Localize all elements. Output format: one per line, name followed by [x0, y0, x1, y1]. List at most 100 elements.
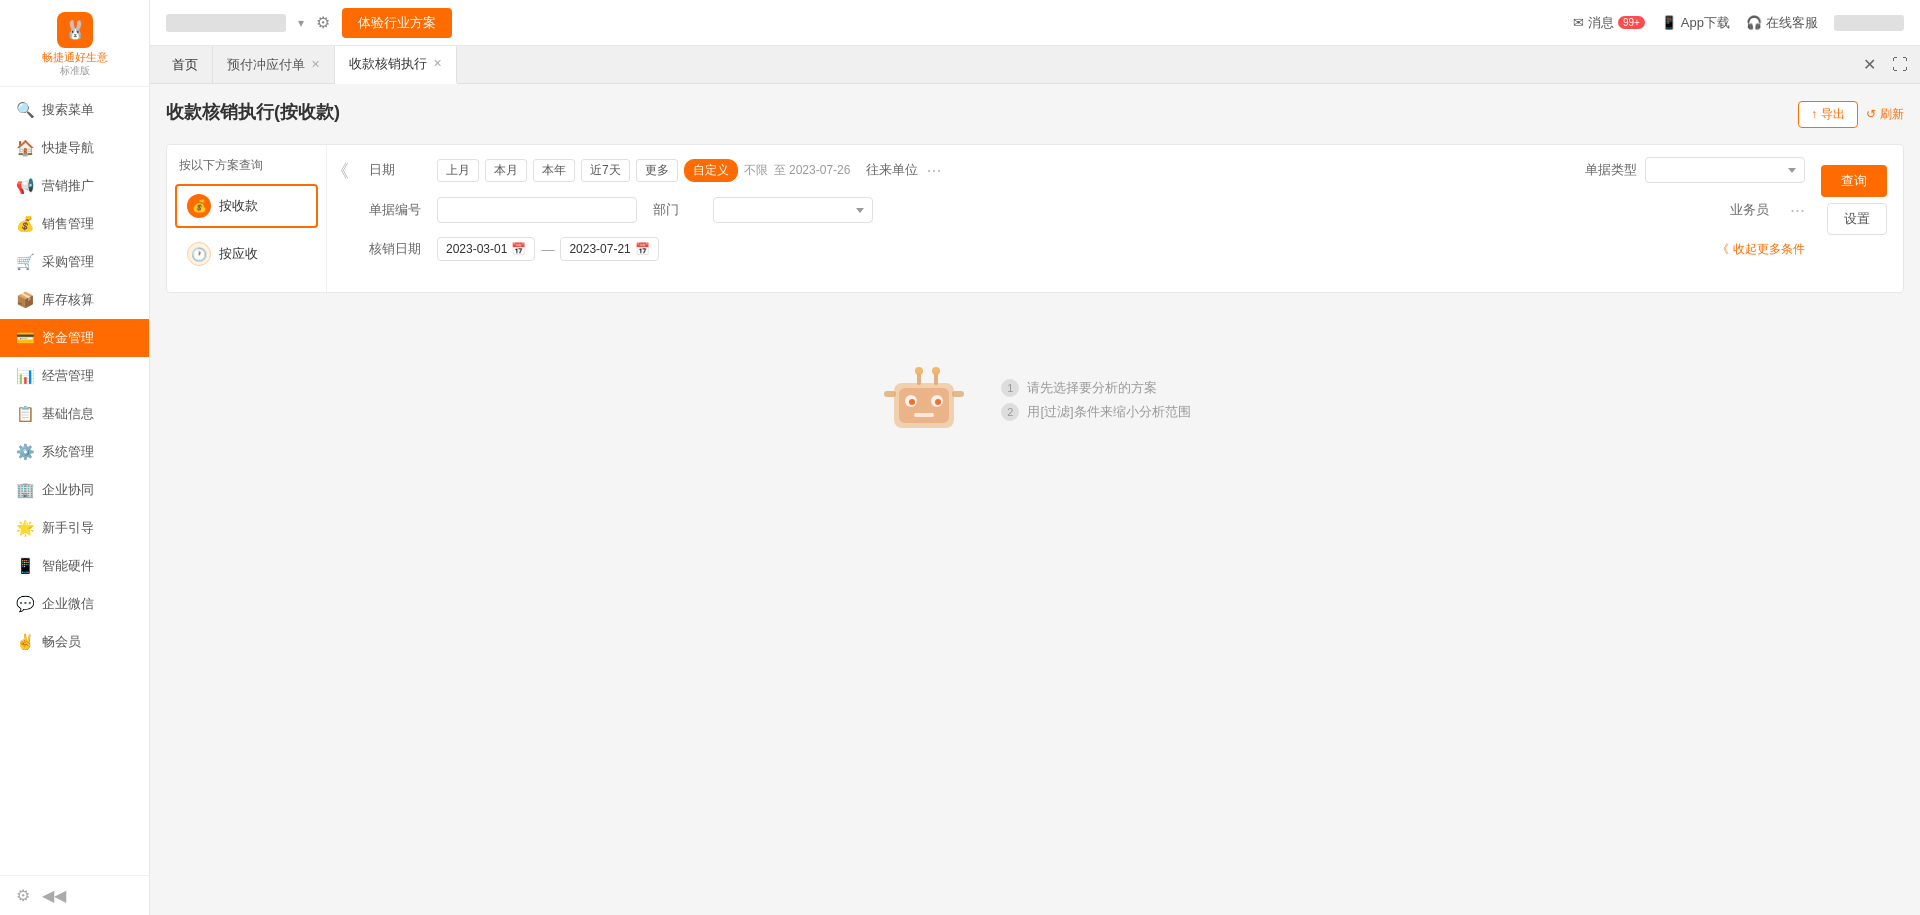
sidebar-item-guide[interactable]: 🌟 新手引导	[0, 509, 149, 547]
search-icon: 🔍	[16, 101, 34, 119]
solution-button[interactable]: 体验行业方案	[342, 8, 452, 38]
sidebar-item-finance[interactable]: 💳 资金管理	[0, 319, 149, 357]
phone-icon: 📱	[1661, 15, 1677, 30]
date-range-separator: —	[541, 242, 554, 257]
filter-collapse-button[interactable]: 《	[327, 145, 353, 292]
svg-point-10	[932, 367, 940, 375]
topbar-right: ✉ 消息 99+ 📱 App下载 🎧 在线客服	[1573, 14, 1904, 32]
verify-date-end-wrap[interactable]: 2023-07-21 📅	[560, 237, 658, 261]
dept-select[interactable]	[713, 197, 873, 223]
date-label: 日期	[369, 161, 421, 179]
app-badge: 标准版	[60, 64, 90, 78]
more-conditions-button[interactable]: 《 收起更多条件	[1717, 241, 1805, 258]
sidebar-item-inventory[interactable]: 📦 库存核算	[0, 281, 149, 319]
app-download-button[interactable]: 📱 App下载	[1661, 14, 1730, 32]
date-btn-7days[interactable]: 近7天	[581, 159, 630, 182]
messages-button[interactable]: ✉ 消息 99+	[1573, 14, 1645, 32]
sidebar-item-member[interactable]: ✌️ 畅会员	[0, 623, 149, 661]
empty-tip-2: 2 用[过滤]条件来缩小分析范围	[1001, 403, 1190, 421]
verify-date-start-wrap[interactable]: 2023-03-01 📅	[437, 237, 535, 261]
tab-prepay-close[interactable]: ✕	[311, 58, 320, 71]
export-button[interactable]: ↑ 导出	[1798, 101, 1858, 128]
refresh-button[interactable]: ↺ 刷新	[1866, 101, 1904, 128]
sidebar-item-operations[interactable]: 📊 经营管理	[0, 357, 149, 395]
page-content: 收款核销执行(按收款) ↑ 导出 ↺ 刷新 按以下方案查询 💰	[150, 84, 1920, 915]
receipt-icon: 💰	[187, 194, 211, 218]
filter-docno-row: 单据编号 部门 业务员	[369, 197, 1805, 223]
date-no-limit: 不限	[744, 162, 768, 179]
filter-option-by-receipt[interactable]: 💰 按收款	[175, 184, 318, 228]
date-options: 上月 本月 本年 近7天 更多 自定义 不限 至 2023-07-26	[437, 159, 850, 182]
salesperson-field: 业务员 ···	[1730, 200, 1805, 221]
tab-expand-button[interactable]: ⛶	[1888, 55, 1912, 74]
verify-date-start: 2023-03-01	[446, 242, 507, 256]
empty-tips: 1 请先选择要分析的方案 2 用[过滤]条件来缩小分析范围	[1001, 379, 1190, 421]
filter-fields-area: 日期 上月 本月 本年 近7天 更多 自定义 不限 至 2023-07-26	[369, 157, 1805, 275]
tab-close-all-button[interactable]: ✕	[1859, 55, 1880, 74]
verify-date-range: 2023-03-01 📅 — 2023-07-21 📅	[437, 237, 659, 261]
dept-field: 部门	[653, 197, 873, 223]
svg-rect-12	[952, 391, 964, 397]
tabbar: 首页 预付冲应付单 ✕ 收款核销执行 ✕ ✕ ⛶	[150, 46, 1920, 84]
operations-icon: 📊	[16, 367, 34, 385]
sidebar-item-purchase[interactable]: 🛒 采购管理	[0, 243, 149, 281]
doctype-select[interactable]	[1645, 157, 1805, 183]
home-icon: 🏠	[16, 139, 34, 157]
sidebar-item-enterprise[interactable]: 🏢 企业协同	[0, 471, 149, 509]
logo-icon: 🐰	[57, 12, 93, 48]
counterparty-field: 往来单位 ···	[866, 160, 941, 181]
filter-option-by-receivable[interactable]: 🕐 按应收	[175, 232, 318, 276]
purchase-icon: 🛒	[16, 253, 34, 271]
filter-verify-date-row: 核销日期 2023-03-01 📅 — 2023-07-21 📅	[369, 237, 1805, 261]
sidebar-footer: ⚙ ◀◀	[0, 875, 149, 915]
salesperson-label: 业务员	[1730, 201, 1782, 219]
svg-rect-11	[884, 391, 896, 397]
enterprise-icon: 🏢	[16, 481, 34, 499]
footer-settings-icon[interactable]: ⚙	[16, 886, 30, 905]
sidebar-item-basicinfo[interactable]: 📋 基础信息	[0, 395, 149, 433]
sidebar-item-hardware[interactable]: 📱 智能硬件	[0, 547, 149, 585]
filter-sidebar-title: 按以下方案查询	[175, 157, 318, 174]
query-button[interactable]: 查询	[1821, 165, 1887, 197]
sidebar-item-marketing[interactable]: 📢 营销推广	[0, 167, 149, 205]
filter-main: 日期 上月 本月 本年 近7天 更多 自定义 不限 至 2023-07-26	[353, 145, 1903, 292]
svg-rect-6	[914, 413, 934, 417]
marketing-icon: 📢	[16, 177, 34, 195]
settings-button[interactable]: 设置	[1827, 203, 1887, 235]
sidebar-item-sales[interactable]: 💰 销售管理	[0, 205, 149, 243]
system-icon: ⚙️	[16, 443, 34, 461]
filter-sidebar: 按以下方案查询 💰 按收款 🕐 按应收	[167, 145, 327, 292]
tabbar-actions: ✕ ⛶	[1859, 55, 1912, 74]
date-btn-more[interactable]: 更多	[636, 159, 678, 182]
footer-collapse-icon[interactable]: ◀◀	[42, 886, 66, 905]
docno-input[interactable]	[437, 197, 637, 223]
user-avatar-blurred	[1834, 15, 1904, 31]
topbar-brand-blurred	[166, 14, 286, 32]
doctype-label: 单据类型	[1585, 161, 1637, 179]
sidebar-item-search[interactable]: 🔍 搜索菜单	[0, 91, 149, 129]
sidebar-item-quicknav[interactable]: 🏠 快捷导航	[0, 129, 149, 167]
tab-home[interactable]: 首页	[158, 46, 213, 84]
date-btn-this-month[interactable]: 本月	[485, 159, 527, 182]
sidebar-item-wechat[interactable]: 💬 企业微信	[0, 585, 149, 623]
page-actions: ↑ 导出 ↺ 刷新	[1798, 101, 1904, 128]
export-icon: ↑	[1811, 107, 1817, 121]
tab-prepay[interactable]: 预付冲应付单 ✕	[213, 46, 335, 84]
date-btn-this-year[interactable]: 本年	[533, 159, 575, 182]
tip-num-2: 2	[1001, 403, 1019, 421]
wechat-icon: 💬	[16, 595, 34, 613]
tab-receiptvoid-close[interactable]: ✕	[433, 57, 442, 70]
message-badge: 99+	[1618, 16, 1645, 29]
filter-date-row: 日期 上月 本月 本年 近7天 更多 自定义 不限 至 2023-07-26	[369, 157, 1805, 183]
online-service-button[interactable]: 🎧 在线客服	[1746, 14, 1818, 32]
refresh-icon: ↺	[1866, 107, 1876, 121]
counterparty-dots: ···	[926, 160, 941, 181]
tab-receiptvoid[interactable]: 收款核销执行 ✕	[335, 46, 457, 84]
date-btn-custom[interactable]: 自定义	[684, 159, 738, 182]
date-btn-last-month[interactable]: 上月	[437, 159, 479, 182]
gear-icon[interactable]: ⚙	[316, 13, 330, 32]
counterparty-row: 往来单位 ··· 单据类型	[866, 157, 1805, 183]
hardware-icon: 📱	[16, 557, 34, 575]
cal-start-icon: 📅	[511, 242, 526, 256]
sidebar-item-system[interactable]: ⚙️ 系统管理	[0, 433, 149, 471]
